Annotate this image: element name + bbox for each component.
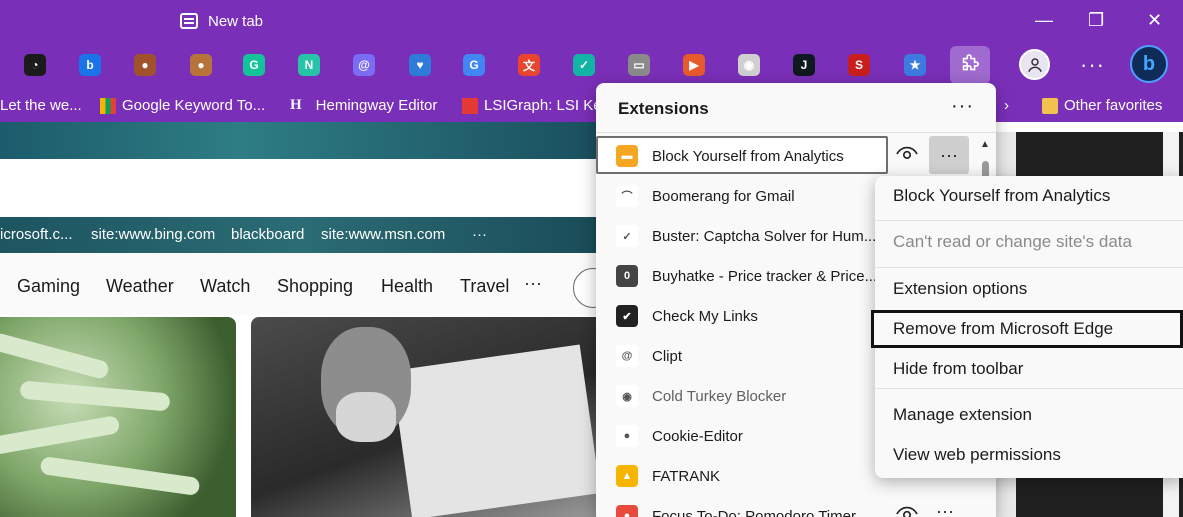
grammarly-icon[interactable]: G (243, 54, 265, 76)
cookie-icon[interactable]: ● (134, 54, 156, 76)
category-tab[interactable]: Health (381, 276, 433, 297)
menu-item-manage-extension[interactable]: Manage extension (893, 405, 1032, 425)
category-tab[interactable]: Watch (200, 276, 250, 297)
hemingway-h-icon: H (290, 97, 302, 113)
category-tab[interactable]: Travel (460, 276, 509, 297)
extension-row[interactable]: ● Focus To-Do: Pomodoro Timer... (596, 496, 981, 517)
lsigraph-icon (462, 97, 478, 114)
quick-links-bar: icrosoft.c... site:www.bing.com blackboa… (0, 217, 600, 253)
extension-name: Buster: Captcha Solver for Hum... (652, 227, 877, 245)
menu-item-remove[interactable]: Remove from Microsoft Edge (893, 319, 1113, 339)
folder-icon (1042, 97, 1058, 114)
google-translate-icon[interactable]: G (463, 54, 485, 76)
seo-icon[interactable]: S (848, 54, 870, 76)
buster-icon: ✓ (616, 225, 638, 247)
extension-context-menu: Block Yourself from Analytics Can't read … (871, 176, 1183, 478)
favorite-item[interactable]: Google Keyword To... (100, 97, 265, 114)
close-button[interactable]: ✕ (1147, 10, 1162, 30)
category-more[interactable]: ··· (524, 273, 542, 294)
settings-more-button[interactable]: ··· (1080, 52, 1105, 78)
boomerang-icon: ⌒ (616, 185, 638, 207)
extension-name: Buyhatke - Price tracker & Price... (652, 267, 878, 285)
menu-item-view-permissions[interactable]: View web permissions (893, 445, 1061, 465)
clip-icon: @ (616, 345, 638, 367)
star-icon[interactable]: ★ (904, 54, 926, 76)
stopwatch-icon[interactable]: ◔ (24, 54, 46, 76)
extensions-more-button[interactable]: ··· (951, 95, 974, 118)
chevron-right-icon[interactable]: › (1004, 97, 1009, 114)
menu-item-site-access: Can't read or change site's data (893, 232, 1132, 251)
news-card-image[interactable] (251, 317, 601, 517)
eye-icon[interactable] (896, 506, 918, 517)
n-letter-icon[interactable]: N (298, 54, 320, 76)
scroll-up-icon[interactable]: ▲ (980, 139, 990, 150)
restore-button[interactable]: ❐ (1088, 10, 1104, 30)
clip-icon[interactable]: @ (353, 54, 375, 76)
fatrank-icon: ▲ (616, 465, 638, 487)
favorite-item[interactable]: Let the we... (0, 97, 82, 114)
extension-name: Check My Links (652, 307, 758, 325)
extensions-toolbar: ◔ b ● ● G N @ ♥ G 文 ✓ ▭ ▶ ◉ J S ★ ··· b (0, 40, 1183, 90)
extension-name: Cookie-Editor (652, 427, 743, 445)
speedometer-icon: ◉ (616, 385, 638, 407)
favorite-item[interactable]: H Hemingway Editor (290, 97, 437, 114)
puzzle-icon[interactable] (950, 46, 990, 84)
shield-check-icon[interactable]: ✓ (573, 54, 595, 76)
chart-icon[interactable]: ▭ (628, 54, 650, 76)
hero-background (0, 122, 600, 159)
news-card-image[interactable] (0, 317, 236, 517)
tab-title: New tab (208, 12, 264, 30)
active-tab[interactable]: New tab (180, 10, 263, 32)
category-nav: Gaming Weather Watch Shopping Health Tra… (0, 253, 613, 315)
menu-item-hide-from-toolbar[interactable]: Hide from toolbar (893, 359, 1023, 379)
buyhatke-icon: 0 (616, 265, 638, 287)
category-tab[interactable]: Gaming (17, 276, 80, 297)
extension-name: Boomerang for Gmail (652, 187, 795, 205)
quick-link[interactable]: icrosoft.c... (0, 226, 73, 243)
quick-link[interactable]: site:www.bing.com (91, 226, 215, 243)
extension-name: Block Yourself from Analytics (652, 147, 844, 165)
search-area[interactable] (0, 159, 600, 217)
bing-copilot-icon[interactable]: b (1130, 45, 1168, 83)
check-links-icon: ✔ (616, 305, 638, 327)
quick-link[interactable]: site:www.msn.com (321, 226, 445, 243)
extension-more-actions-button[interactable]: ··· (929, 136, 969, 174)
bar-chart-icon (100, 97, 116, 114)
extension-name: Clipt (652, 347, 683, 365)
favorite-item[interactable]: LSIGraph: LSI Ke (462, 97, 602, 114)
megaphone-icon[interactable]: ▶ (683, 54, 705, 76)
category-tab[interactable]: Shopping (277, 276, 353, 297)
menu-item-extension-name[interactable]: Block Yourself from Analytics (893, 186, 1110, 206)
analytics-block-icon: ▬ (616, 145, 638, 167)
heart-icon[interactable]: ♥ (409, 54, 431, 76)
extension-row[interactable]: ▬ Block Yourself from Analytics (596, 136, 981, 176)
extension-name: Cold Turkey Blocker (652, 387, 787, 405)
favorites-bar: Let the we... Google Keyword To... H Hem… (0, 90, 1183, 122)
extension-more-actions-button[interactable]: ··· (936, 501, 954, 517)
speedometer-icon[interactable]: ◉ (738, 54, 760, 76)
extension-name: Focus To-Do: Pomodoro Timer... (652, 507, 868, 517)
bing-b-icon[interactable]: b (79, 54, 101, 76)
other-favorites[interactable]: Other favorites (1042, 97, 1162, 114)
profile-icon[interactable] (1019, 49, 1050, 80)
title-bar: New tab — ❐ ✕ (0, 0, 1183, 40)
new-tab-icon (180, 13, 198, 29)
quick-links-more[interactable]: ··· (472, 226, 487, 243)
menu-item-extension-options[interactable]: Extension options (893, 279, 1027, 299)
translate-icon[interactable]: 文 (518, 54, 540, 76)
j-letter-icon[interactable]: J (793, 54, 815, 76)
extension-name: FATRANK (652, 467, 721, 485)
category-tab[interactable]: Weather (106, 276, 174, 297)
cookie-icon[interactable]: ● (190, 54, 212, 76)
minimize-button[interactable]: — (1035, 10, 1053, 30)
eye-icon[interactable] (896, 146, 918, 162)
tomato-icon: ● (616, 505, 638, 517)
cookie-icon: ● (616, 425, 638, 447)
extensions-panel-title: Extensions (618, 99, 709, 118)
quick-link[interactable]: blackboard (231, 226, 304, 243)
